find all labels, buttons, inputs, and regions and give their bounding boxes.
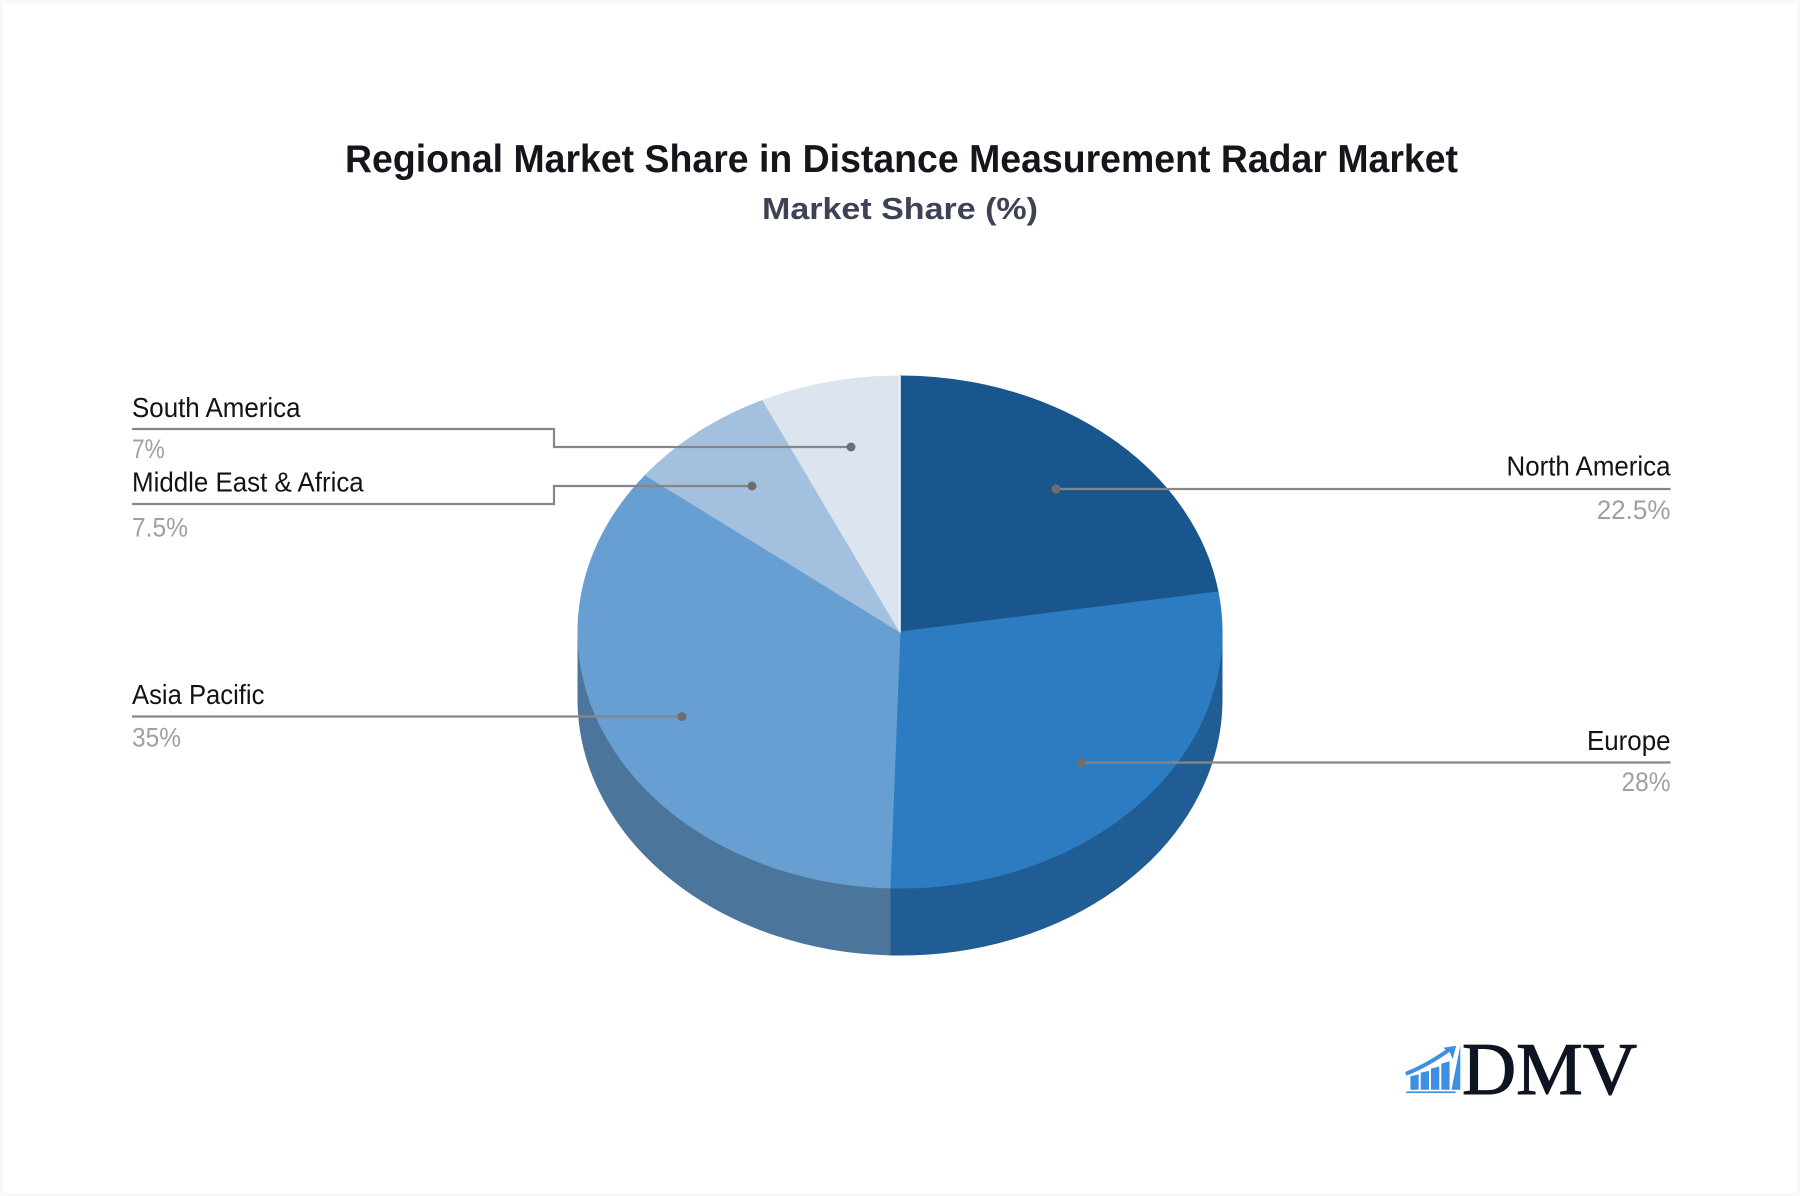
svg-text:North America: North America [1507,451,1671,482]
svg-text:28%: 28% [1622,767,1671,797]
svg-text:Market Share (%): Market Share (%) [762,191,1038,226]
svg-text:7.5%: 7.5% [132,513,188,543]
svg-text:Asia Pacific: Asia Pacific [132,679,264,710]
svg-text:Middle East & Africa: Middle East & Africa [132,467,364,498]
svg-text:22.5%: 22.5% [1597,495,1671,525]
svg-text:Regional Market Share in Dista: Regional Market Share in Distance Measur… [345,138,1458,181]
svg-text:Europe: Europe [1587,725,1671,756]
svg-text:DMV: DMV [1462,1029,1637,1111]
svg-text:35%: 35% [132,723,181,753]
svg-text:7%: 7% [132,434,165,464]
svg-text:South America: South America [132,392,301,423]
